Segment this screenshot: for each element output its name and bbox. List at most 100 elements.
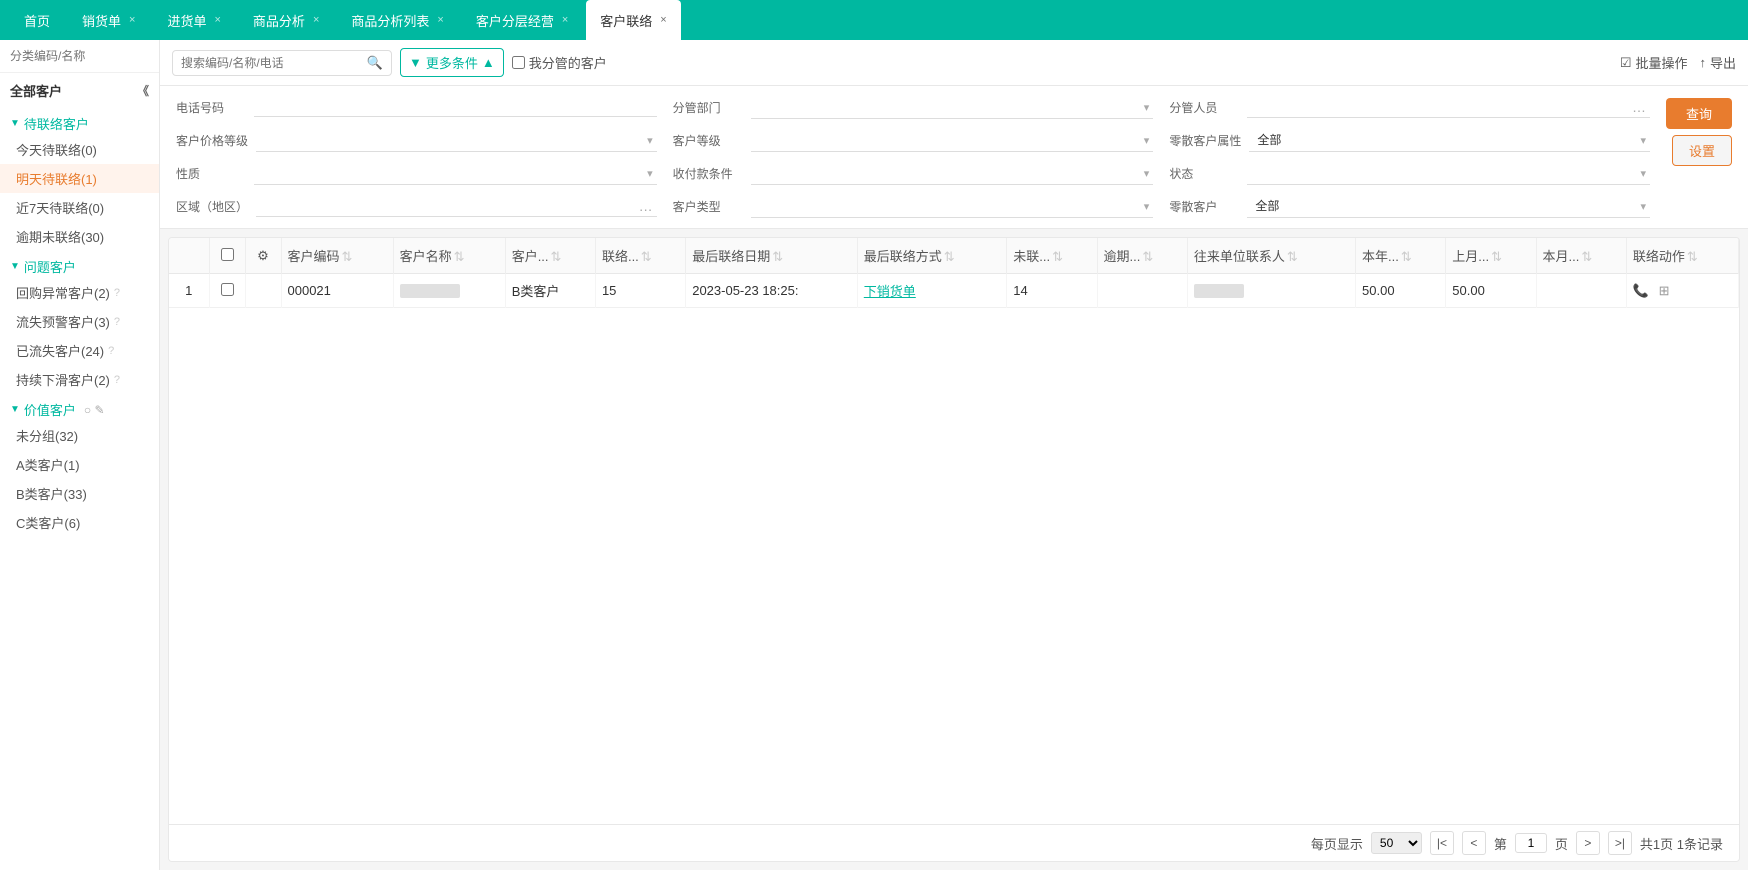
sidebar-item-ungrouped[interactable]: 未分组(32)	[0, 421, 159, 450]
my-customer-checkbox[interactable]	[512, 56, 525, 69]
sort-no-contact-icon[interactable]: ⇅	[1052, 249, 1063, 264]
phone-action-icon[interactable]: 📞	[1633, 283, 1649, 298]
cell-setting	[245, 274, 281, 308]
sidebar-item-churned[interactable]: 已流失客户(24) ?	[0, 336, 159, 365]
sidebar-search-wrap: 🔍	[0, 40, 159, 73]
next-page-btn[interactable]: >	[1576, 831, 1600, 855]
retail-attr-chevron-icon: ▾	[1640, 134, 1646, 147]
contact-method-link[interactable]: 下销货单	[864, 284, 916, 299]
col-action: 联络动作⇅	[1626, 238, 1738, 274]
sort-date-icon[interactable]: ⇅	[772, 249, 783, 264]
sort-code-icon[interactable]: ⇅	[342, 249, 353, 264]
sidebar-item-churn-warning[interactable]: 流失预警客户(3) ?	[0, 307, 159, 336]
query-btn[interactable]: 查询	[1666, 98, 1732, 129]
close-customer-layer-icon[interactable]: ×	[562, 14, 568, 26]
first-page-btn[interactable]: |<	[1430, 831, 1454, 855]
filter-nature-select[interactable]	[258, 164, 647, 182]
export-btn[interactable]: ↑ 导出	[1699, 53, 1736, 72]
last-page-btn[interactable]: >|	[1608, 831, 1632, 855]
group-pending-contact[interactable]: 待联络客户	[0, 108, 159, 135]
sidebar-item-7days[interactable]: 近7天待联络(0)	[0, 193, 159, 222]
my-customer-label: 我分管的客户	[529, 53, 607, 72]
per-page-select[interactable]: 50 100	[1371, 832, 1422, 854]
group-pending-label: 待联络客户	[24, 114, 89, 133]
row-checkbox[interactable]	[221, 283, 234, 296]
sort-method-icon[interactable]: ⇅	[944, 249, 955, 264]
col-last-month: 上月...⇅	[1446, 238, 1536, 274]
sidebar-item-class-a[interactable]: A类客户(1)	[0, 450, 159, 479]
close-product-analysis-icon[interactable]: ×	[313, 14, 319, 26]
sort-this-month-icon[interactable]: ⇅	[1581, 249, 1592, 264]
sort-name-icon[interactable]: ⇅	[454, 249, 465, 264]
cell-contact-count: 15	[595, 274, 685, 308]
filter-customer-level-select[interactable]	[755, 131, 1144, 149]
filter-region-wrap: …	[256, 196, 657, 217]
cell-customer-code[interactable]: 000021	[281, 274, 393, 308]
prev-page-btn[interactable]: <	[1462, 831, 1486, 855]
filter-phone-input[interactable]	[254, 98, 657, 117]
filter-retail-customer-select[interactable]: 全部	[1251, 197, 1640, 215]
close-product-analysis-list-icon[interactable]: ×	[437, 14, 443, 26]
nav-customer-layer[interactable]: 客户分层经营 ×	[462, 0, 582, 40]
nav-product-analysis-list[interactable]: 商品分析列表 ×	[337, 0, 457, 40]
nav-product-analysis[interactable]: 商品分析 ×	[239, 0, 333, 40]
col-overdue: 逾期...⇅	[1097, 238, 1187, 274]
sidebar-item-repurchase-abnormal[interactable]: 回购异常客户(2) ?	[0, 278, 159, 307]
sidebar-item-class-c[interactable]: C类客户(6)	[0, 508, 159, 537]
setting-btn[interactable]: 设置	[1672, 135, 1732, 166]
sort-type-icon[interactable]: ⇅	[551, 249, 562, 264]
sort-year-icon[interactable]: ⇅	[1401, 249, 1412, 264]
filter-person-dots[interactable]: …	[1632, 99, 1646, 115]
filter-customer-type-select[interactable]	[755, 197, 1144, 215]
nav-sales-label: 销货单	[82, 11, 121, 30]
sort-last-month-icon[interactable]: ⇅	[1491, 249, 1502, 264]
close-purchase-icon[interactable]: ×	[214, 14, 220, 26]
sort-unit-icon[interactable]: ⇅	[1287, 249, 1298, 264]
grid-action-icon[interactable]: ⊞	[1659, 283, 1670, 298]
col-this-year: 本年...⇅	[1356, 238, 1446, 274]
total-records-label: 共1页 1条记录	[1640, 834, 1723, 853]
search-icon[interactable]: 🔍	[367, 55, 383, 71]
nav-purchase[interactable]: 进货单 ×	[153, 0, 234, 40]
sidebar-item-declining[interactable]: 持续下滑客户(2) ?	[0, 365, 159, 394]
group-problem-customer[interactable]: 问题客户	[0, 251, 159, 278]
sidebar-item-class-b[interactable]: B类客户(33)	[0, 479, 159, 508]
group-value-customer[interactable]: 价值客户 ○ ✎	[0, 394, 159, 421]
batch-op-btn[interactable]: ☑ 批量操作	[1620, 53, 1688, 72]
more-filter-btn[interactable]: ▼ 更多条件 ▲	[400, 48, 504, 77]
filter-retail-customer: 零散客户 全部 ▾	[1169, 195, 1650, 218]
search-input[interactable]	[181, 56, 363, 70]
col-unit-contact: 往来单位联系人⇅	[1187, 238, 1355, 274]
nav-customer-contact[interactable]: 客户联络 ×	[586, 0, 680, 40]
sidebar-item-overdue[interactable]: 逾期未联络(30)	[0, 222, 159, 251]
filter-status: 状态 ▾	[1169, 162, 1650, 185]
home-label: 首页	[24, 11, 50, 30]
filter-region-dots[interactable]: …	[639, 198, 653, 214]
select-all-checkbox[interactable]	[221, 248, 234, 261]
col-setting[interactable]: ⚙	[245, 238, 281, 274]
close-customer-contact-icon[interactable]: ×	[660, 14, 666, 26]
filter-nature-label: 性质	[176, 165, 246, 182]
sort-action-icon[interactable]: ⇅	[1687, 249, 1698, 264]
filter-retail-attr-select[interactable]: 全部	[1253, 131, 1640, 149]
cell-last-contact-method[interactable]: 下销货单	[857, 274, 1007, 308]
filter-dept-label: 分管部门	[673, 99, 743, 116]
sort-contact-icon[interactable]: ⇅	[641, 249, 652, 264]
help-icon-3: ?	[108, 345, 114, 357]
filter-price-level-select[interactable]	[260, 131, 647, 149]
filter-person-label: 分管人员	[1169, 99, 1239, 116]
nav-home[interactable]: 首页	[10, 0, 64, 40]
page-number-input[interactable]	[1515, 833, 1547, 853]
sidebar-item-tomorrow[interactable]: 明天待联络(1)	[0, 164, 159, 193]
sidebar-search-input[interactable]	[10, 49, 160, 63]
sort-overdue-icon[interactable]: ⇅	[1142, 249, 1153, 264]
sidebar-all-header[interactable]: 全部客户 《	[0, 73, 159, 108]
filter-status-select[interactable]	[1251, 164, 1640, 182]
nav-sales[interactable]: 销货单 ×	[68, 0, 149, 40]
filter-payment-select[interactable]	[755, 164, 1144, 182]
filter-nature-wrap: ▾	[254, 162, 657, 185]
help-icon-4: ?	[114, 374, 120, 386]
sidebar-item-today[interactable]: 今天待联络(0)	[0, 135, 159, 164]
close-sales-icon[interactable]: ×	[129, 14, 135, 26]
filter-dept-select[interactable]	[755, 98, 1144, 116]
